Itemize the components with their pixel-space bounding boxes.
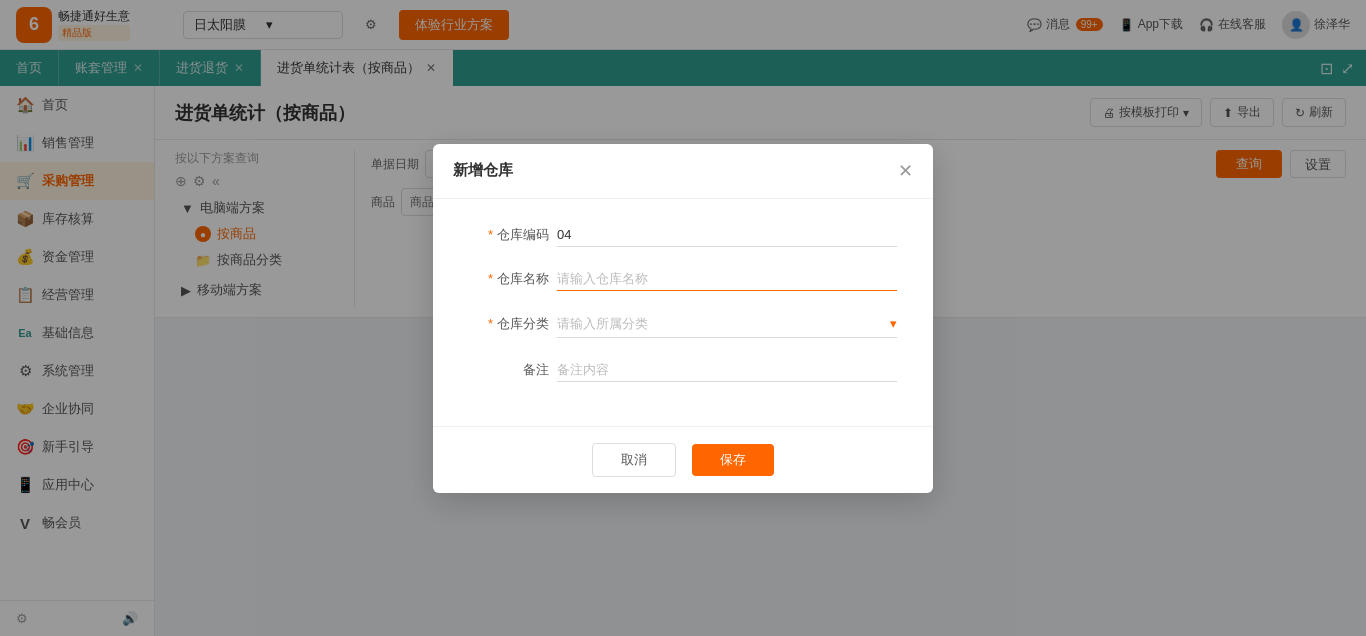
category-placeholder: 请输入所属分类 [557, 315, 648, 333]
name-required-mark: * [488, 271, 493, 286]
cancel-button[interactable]: 取消 [592, 443, 676, 477]
warehouse-code-input[interactable] [557, 223, 897, 247]
name-label: *仓库名称 [469, 270, 549, 288]
dialog-title: 新增仓库 [453, 161, 513, 180]
dialog-header: 新增仓库 ✕ [433, 144, 933, 199]
code-label: *仓库编码 [469, 226, 549, 244]
save-button[interactable]: 保存 [692, 444, 774, 476]
category-select[interactable]: 请输入所属分类 ▾ [557, 311, 897, 338]
form-row-name: *仓库名称 [469, 267, 897, 291]
remark-input[interactable] [557, 358, 897, 382]
category-chevron-icon: ▾ [890, 316, 897, 331]
dialog-overlay: 新增仓库 ✕ *仓库编码 *仓库名称 *仓库分类 [0, 0, 1366, 636]
form-row-code: *仓库编码 [469, 223, 897, 247]
warehouse-name-input[interactable] [557, 267, 897, 291]
form-row-category: *仓库分类 请输入所属分类 ▾ [469, 311, 897, 338]
add-warehouse-dialog: 新增仓库 ✕ *仓库编码 *仓库名称 *仓库分类 [433, 144, 933, 493]
dialog-footer: 取消 保存 [433, 426, 933, 493]
dialog-body: *仓库编码 *仓库名称 *仓库分类 请输入所属分类 ▾ [433, 199, 933, 426]
category-required-mark: * [488, 316, 493, 331]
remark-label: 备注 [469, 361, 549, 379]
code-required-mark: * [488, 227, 493, 242]
category-label: *仓库分类 [469, 315, 549, 333]
form-row-remark: 备注 [469, 358, 897, 382]
close-dialog-icon[interactable]: ✕ [898, 160, 913, 182]
